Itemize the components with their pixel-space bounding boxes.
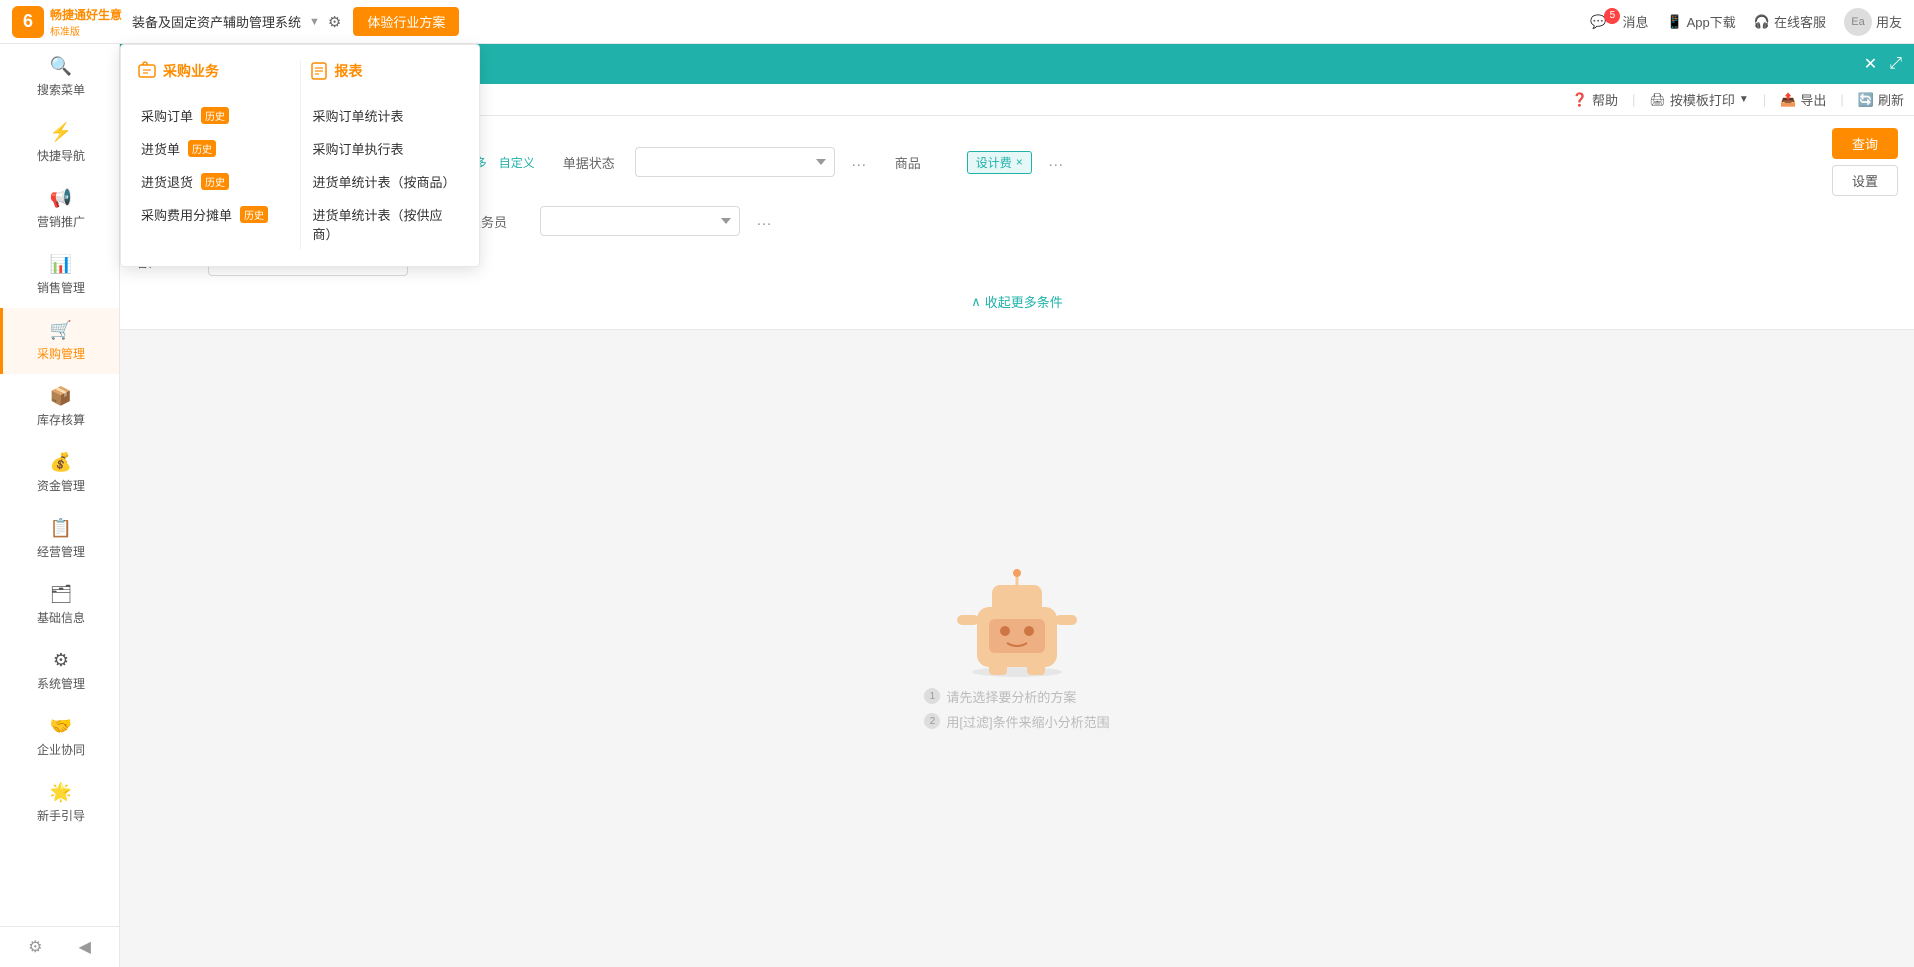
salesperson-select[interactable] bbox=[540, 206, 740, 236]
dropdown-col-purchase-business: 采购业务 采购订单 历史 进货单 历史 进货退货 历史 采购费用分摊单 历史 bbox=[137, 61, 292, 250]
voucher-status-dots[interactable]: … bbox=[851, 153, 867, 171]
tab-close-page-icon[interactable]: ✕ bbox=[1864, 54, 1877, 74]
menu-item-receipt-stats-goods[interactable]: 进货单统计表（按商品） bbox=[309, 165, 464, 198]
logo-text: 畅捷通好生意 标准版 bbox=[50, 6, 122, 38]
empty-state-area: 1 请先选择要分析的方案 2 用[过滤]条件来缩小分析范围 bbox=[120, 330, 1914, 967]
dropdown-columns: 采购业务 采购订单 历史 进货单 历史 进货退货 历史 采购费用分摊单 历史 bbox=[137, 61, 463, 250]
help-button[interactable]: ❓ 帮助 bbox=[1572, 90, 1618, 109]
sidebar-item-operations[interactable]: 📋 经营管理 bbox=[0, 506, 119, 572]
menu-item-po-stats[interactable]: 采购订单统计表 bbox=[309, 99, 464, 132]
hint-number-2: 2 bbox=[924, 713, 940, 729]
sidebar-item-search[interactable]: 🔍 搜索菜单 bbox=[0, 44, 119, 110]
dropdown-col-reports: 报表 采购订单统计表 采购订单执行表 进货单统计表（按商品） 进货单统计表（按供… bbox=[309, 61, 464, 250]
goods-dots[interactable]: … bbox=[1048, 153, 1064, 171]
finance-icon: 💰 bbox=[50, 452, 72, 473]
quick-nav-icon: ⚡ bbox=[50, 122, 72, 143]
headset-icon: 🎧 bbox=[1754, 14, 1770, 30]
message-button[interactable]: 💬 5 消息 bbox=[1590, 12, 1648, 31]
collapse-filter-button[interactable]: ∧ 收起更多条件 bbox=[136, 286, 1898, 317]
sidebar: 🔍 搜索菜单 ⚡ 快捷导航 📢 营销推广 📊 销售管理 🛒 采购管理 📦 库存核… bbox=[0, 44, 120, 967]
tab-fullscreen-icon[interactable]: ⤢ bbox=[1889, 55, 1902, 73]
sidebar-item-guide[interactable]: 🌟 新手引导 bbox=[0, 770, 119, 836]
basic-info-icon: 🗂 bbox=[50, 584, 73, 605]
sidebar-item-sales[interactable]: 📊 销售管理 bbox=[0, 242, 119, 308]
menu-item-purchase-expense[interactable]: 采购费用分摊单 历史 bbox=[137, 198, 292, 231]
goods-tag-close[interactable]: × bbox=[1016, 155, 1023, 169]
filter-action-col: 查询 设置 bbox=[1832, 128, 1898, 196]
query-button[interactable]: 查询 bbox=[1832, 128, 1898, 159]
logo-area: 6 畅捷通好生意 标准版 bbox=[12, 6, 132, 38]
col-divider bbox=[300, 61, 301, 250]
empty-hint-2: 2 用[过滤]条件来缩小分析范围 bbox=[924, 712, 1109, 731]
settings-icon[interactable]: ⚙ bbox=[328, 13, 341, 31]
sidebar-item-system[interactable]: ⚙ 系统管理 bbox=[0, 638, 119, 704]
goods-label: 商品 bbox=[895, 153, 955, 172]
empty-hint-1: 1 请先选择要分析的方案 bbox=[924, 687, 1109, 706]
voucher-status-label: 单据状态 bbox=[563, 153, 623, 172]
print-arrow-icon[interactable]: ▼ bbox=[1739, 94, 1749, 105]
refresh-button[interactable]: 🔄 刷新 bbox=[1858, 90, 1904, 109]
goods-tag: 设计费 × bbox=[967, 151, 1032, 174]
menu-item-po-execution[interactable]: 采购订单执行表 bbox=[309, 132, 464, 165]
empty-illustration bbox=[947, 567, 1087, 677]
sidebar-collapse-icon[interactable]: ◀ bbox=[79, 937, 91, 957]
system-title-area: 装备及固定资产辅助管理系统 ▼ ⚙ bbox=[132, 12, 341, 31]
system-icon: ⚙ bbox=[53, 650, 69, 671]
phone-icon: 📱 bbox=[1666, 14, 1682, 30]
voucher-status-select[interactable] bbox=[635, 147, 835, 177]
hint-number-1: 1 bbox=[924, 688, 940, 704]
sidebar-bottom: ⚙ ◀ bbox=[0, 926, 119, 967]
avatar: Ea bbox=[1844, 8, 1872, 36]
sidebar-settings-icon[interactable]: ⚙ bbox=[28, 937, 42, 957]
online-service-button[interactable]: 🎧 在线客服 bbox=[1754, 12, 1826, 31]
sidebar-item-quick-nav[interactable]: ⚡ 快捷导航 bbox=[0, 110, 119, 176]
collapse-up-icon: ∧ bbox=[971, 294, 981, 310]
inventory-icon: 📦 bbox=[50, 386, 72, 407]
print-icon: 🖨 bbox=[1649, 92, 1666, 108]
menu-item-purchase-return[interactable]: 进货退货 历史 bbox=[137, 165, 292, 198]
refresh-icon: 🔄 bbox=[1858, 92, 1874, 108]
dropdown-arrow-icon[interactable]: ▼ bbox=[309, 16, 320, 28]
empty-svg bbox=[947, 567, 1087, 677]
search-icon: 🔍 bbox=[50, 56, 72, 77]
export-icon: 📤 bbox=[1780, 92, 1796, 108]
marketing-icon: 📢 bbox=[50, 188, 72, 209]
print-button[interactable]: 🖨 按模板打印 ▼ bbox=[1649, 90, 1748, 109]
purchase-dropdown-menu: 采购业务 采购订单 历史 进货单 历史 进货退货 历史 采购费用分摊单 历史 bbox=[120, 44, 480, 267]
dropdown-col-reports-header: 报表 bbox=[309, 61, 464, 87]
export-button[interactable]: 📤 导出 bbox=[1780, 90, 1826, 109]
sidebar-item-finance[interactable]: 💰 资金管理 bbox=[0, 440, 119, 506]
help-icon: ❓ bbox=[1572, 92, 1588, 108]
enterprise-icon: 🤝 bbox=[50, 716, 72, 737]
menu-item-purchase-receipt[interactable]: 进货单 历史 bbox=[137, 132, 292, 165]
menu-item-receipt-stats-supplier[interactable]: 进货单统计表（按供应商） bbox=[309, 198, 464, 250]
purchase-business-icon bbox=[137, 61, 157, 81]
empty-hints: 1 请先选择要分析的方案 2 用[过滤]条件来缩小分析范围 bbox=[924, 687, 1109, 731]
header-right: 💬 5 消息 📱 App下载 🎧 在线客服 Ea 用友 bbox=[1590, 8, 1902, 36]
purchase-icon: 🛒 bbox=[50, 320, 72, 341]
sales-icon: 📊 bbox=[50, 254, 72, 275]
guide-icon: 🌟 bbox=[50, 782, 72, 803]
date-shortcut-custom[interactable]: 自定义 bbox=[499, 154, 535, 171]
sidebar-item-basic-info[interactable]: 🗂 基础信息 bbox=[0, 572, 119, 638]
trial-button[interactable]: 体验行业方案 bbox=[353, 7, 459, 36]
settings-button[interactable]: 设置 bbox=[1832, 165, 1898, 196]
system-title-text: 装备及固定资产辅助管理系统 bbox=[132, 12, 301, 31]
user-menu[interactable]: Ea 用友 bbox=[1844, 8, 1902, 36]
reports-icon bbox=[309, 61, 329, 81]
app-download-button[interactable]: 📱 App下载 bbox=[1666, 12, 1735, 31]
dropdown-col-purchase-header: 采购业务 bbox=[137, 61, 292, 87]
menu-item-purchase-order[interactable]: 采购订单 历史 bbox=[137, 99, 292, 132]
tab-right-icons: ✕ ⤢ bbox=[1852, 54, 1914, 74]
sidebar-item-marketing[interactable]: 📢 营销推广 bbox=[0, 176, 119, 242]
logo-icon: 6 bbox=[12, 6, 44, 38]
sidebar-item-enterprise[interactable]: 🤝 企业协同 bbox=[0, 704, 119, 770]
sidebar-item-purchase[interactable]: 🛒 采购管理 bbox=[0, 308, 119, 374]
sidebar-item-inventory[interactable]: 📦 库存核算 bbox=[0, 374, 119, 440]
top-header: 6 畅捷通好生意 标准版 装备及固定资产辅助管理系统 ▼ ⚙ 体验行业方案 💬 … bbox=[0, 0, 1914, 44]
salesperson-dots[interactable]: … bbox=[756, 212, 772, 230]
operations-icon: 📋 bbox=[50, 518, 72, 539]
empty-state: 1 请先选择要分析的方案 2 用[过滤]条件来缩小分析范围 bbox=[924, 487, 1109, 811]
